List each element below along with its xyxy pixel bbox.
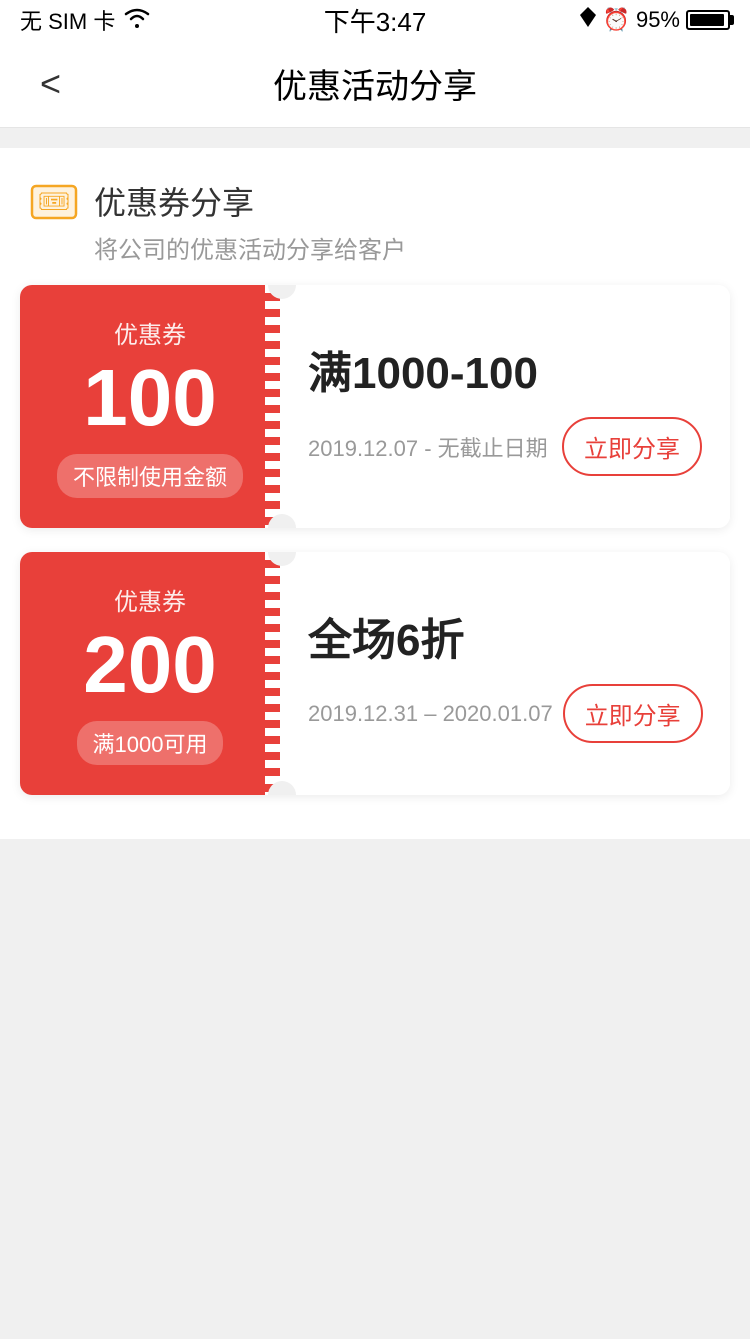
battery-percent: 95% — [636, 7, 680, 33]
alarm-icon: ⏰ — [603, 7, 630, 33]
coupon-amount-2: 200 — [83, 625, 216, 705]
coupon-section-icon: 🎟 — [30, 178, 78, 226]
section-text: 优惠券分享 将公司的优惠活动分享给客户 — [94, 178, 406, 265]
back-button[interactable]: < — [30, 53, 71, 115]
section-header: 🎟 优惠券分享 将公司的优惠活动分享给客户 — [0, 148, 750, 285]
coupon-condition-1: 不限制使用金额 — [57, 454, 243, 498]
coupon-left-1: 优惠券 100 不限制使用金额 — [20, 285, 280, 528]
page-title: 优惠活动分享 — [273, 59, 477, 108]
battery-icon — [686, 10, 730, 30]
coupon-condition-2: 满1000可用 — [77, 721, 224, 765]
coupon-right-2: 全场6折 2019.12.31 – 2020.01.07 立即分享 — [280, 552, 730, 795]
svg-text:🎟: 🎟 — [37, 186, 70, 216]
location-icon — [579, 6, 597, 34]
nav-bar: < 优惠活动分享 — [0, 40, 750, 128]
battery-fill — [690, 14, 724, 26]
coupon-date-2: 2019.12.31 – 2020.01.07 — [308, 701, 553, 727]
wifi-icon — [123, 6, 151, 34]
coupon-meta-2: 2019.12.31 – 2020.01.07 立即分享 — [308, 684, 702, 743]
status-left: 无 SIM 卡 — [20, 4, 151, 36]
coupon-label-1: 优惠券 — [114, 315, 186, 350]
coupon-name-1: 满1000-100 — [308, 337, 702, 401]
coupon-card-2: 优惠券 200 满1000可用 全场6折 2019.12.31 – 2020.0… — [20, 552, 730, 795]
share-button-1[interactable]: 立即分享 — [562, 417, 702, 476]
section-subtitle: 将公司的优惠活动分享给客户 — [94, 230, 406, 265]
status-right: ⏰ 95% — [579, 6, 730, 34]
coupon-right-1: 满1000-100 2019.12.07 - 无截止日期 立即分享 — [280, 285, 730, 528]
coupon-list: 优惠券 100 不限制使用金额 满1000-100 2019.12.07 - 无… — [0, 285, 750, 839]
coupon-left-2: 优惠券 200 满1000可用 — [20, 552, 280, 795]
coupon-label-2: 优惠券 — [114, 582, 186, 617]
status-time: 下午3:47 — [324, 2, 427, 39]
section-title: 优惠券分享 — [94, 178, 406, 224]
coupon-date-1: 2019.12.07 - 无截止日期 — [308, 431, 548, 463]
status-bar: 无 SIM 卡 下午3:47 ⏰ 95% — [0, 0, 750, 40]
top-divider — [0, 128, 750, 148]
coupon-meta-1: 2019.12.07 - 无截止日期 立即分享 — [308, 417, 702, 476]
content-area — [0, 839, 750, 1339]
coupon-name-2: 全场6折 — [308, 604, 702, 668]
coupon-amount-1: 100 — [83, 358, 216, 438]
carrier-text: 无 SIM 卡 — [20, 4, 115, 36]
share-button-2[interactable]: 立即分享 — [563, 684, 703, 743]
coupon-card-1: 优惠券 100 不限制使用金额 满1000-100 2019.12.07 - 无… — [20, 285, 730, 528]
